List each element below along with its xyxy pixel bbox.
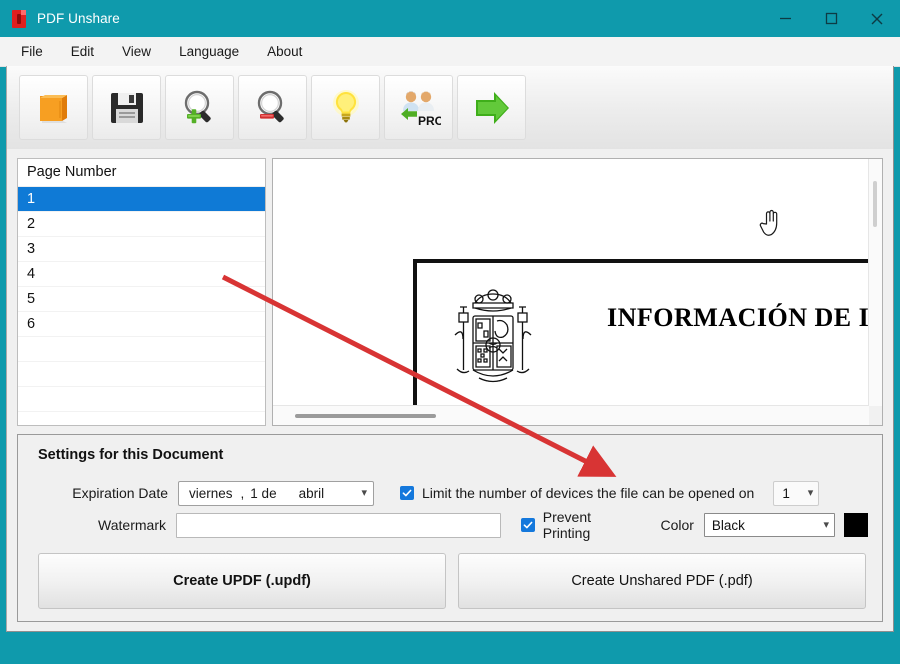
document-border: INFORMACIÓN DE I DECI — [413, 259, 869, 406]
color-swatch[interactable] — [843, 513, 868, 537]
window-title: PDF Unshare — [37, 11, 120, 26]
close-button[interactable] — [854, 0, 900, 37]
open-file-button[interactable] — [19, 75, 88, 140]
title-bar: PDF Unshare — [0, 0, 900, 37]
document-heading-line2: DECI — [607, 335, 869, 369]
expiration-weekday: viernes — [189, 485, 233, 501]
page-list-header: Page Number — [18, 159, 265, 187]
maximize-button[interactable] — [808, 0, 854, 37]
create-unshared-pdf-button[interactable]: Create Unshared PDF (.pdf) — [458, 553, 866, 609]
users-pro-icon: PRO — [397, 87, 441, 129]
pdf-page-canvas[interactable]: INFORMACIÓN DE I DECI — [273, 159, 869, 406]
pdf-preview-panel[interactable]: INFORMACIÓN DE I DECI — [272, 158, 883, 426]
menu-item-edit[interactable]: Edit — [59, 40, 106, 63]
upgrade-pro-button[interactable]: PRO — [384, 75, 453, 140]
scrollbar-vertical-thumb[interactable] — [873, 181, 877, 227]
chevron-down-icon[interactable]: ▾ — [361, 487, 367, 499]
floppy-disk-save-icon — [107, 88, 147, 128]
scrollbar-horizontal[interactable] — [273, 405, 869, 425]
list-item[interactable]: 6 — [18, 312, 265, 337]
settings-group: Settings for this Document Expiration Da… — [17, 434, 883, 622]
expiration-month: abril — [298, 485, 325, 501]
scrollbar-vertical[interactable] — [868, 159, 882, 406]
create-updf-button[interactable]: Create UPDF (.updf) — [38, 553, 446, 609]
menu-item-about[interactable]: About — [255, 40, 314, 63]
list-item[interactable]: 2 — [18, 212, 265, 237]
spain-coat-of-arms-icon — [445, 283, 541, 393]
client-area: PRO Page Number 1 2 3 4 5 6 INFORMACIÓN … — [6, 66, 894, 632]
prevent-printing-label: Prevent Printing — [542, 509, 592, 541]
settings-row-watermark: Watermark Prevent Printing Color Black ▾ — [38, 509, 868, 541]
zoom-out-button[interactable] — [238, 75, 307, 140]
list-item[interactable]: 3 — [18, 237, 265, 262]
watermark-input[interactable] — [175, 512, 502, 538]
expiration-date-label: Expiration Date — [72, 485, 168, 501]
expiration-separator: , — [240, 485, 245, 501]
limit-devices-checkbox[interactable] — [400, 486, 414, 500]
page-number-list[interactable]: Page Number 1 2 3 4 5 6 — [17, 158, 266, 426]
action-buttons: Create UPDF (.updf) Create Unshared PDF … — [38, 553, 866, 609]
pdf-document-icon — [12, 9, 28, 28]
list-item[interactable]: 4 — [18, 262, 265, 287]
next-button[interactable] — [457, 75, 526, 140]
scrollbar-horizontal-thumb[interactable] — [295, 414, 436, 418]
scrollbar-corner — [869, 406, 882, 425]
chevron-down-icon[interactable]: ▾ — [808, 487, 814, 499]
menu-item-language[interactable]: Language — [167, 40, 251, 63]
list-item[interactable]: 5 — [18, 287, 265, 312]
lightbulb-icon — [325, 87, 367, 129]
expiration-date-picker[interactable]: viernes , 1 de abril ▾ — [178, 480, 374, 506]
zoom-in-button[interactable] — [165, 75, 234, 140]
prevent-printing-checkbox[interactable] — [520, 518, 535, 532]
list-item-empty — [18, 337, 265, 362]
application-window: PDF Unshare File Edit View Language Abou… — [0, 0, 900, 664]
list-item-empty — [18, 387, 265, 412]
device-count-value: 1 — [782, 485, 790, 501]
expiration-day: 1 de — [250, 485, 277, 501]
window-controls — [762, 0, 900, 37]
watermark-label: Watermark — [98, 517, 166, 533]
magnifier-plus-icon — [179, 87, 221, 129]
settings-row-expiration: Expiration Date viernes , 1 de abril ▾ L… — [38, 480, 868, 506]
save-file-button[interactable] — [92, 75, 161, 140]
limit-devices-label: Limit the number of devices the file can… — [422, 485, 755, 501]
list-item[interactable]: 1 — [18, 187, 265, 212]
list-item-empty — [18, 362, 265, 387]
svg-text:PRO: PRO — [418, 114, 441, 128]
hint-button[interactable] — [311, 75, 380, 140]
document-heading: INFORMACIÓN DE I DECI — [607, 301, 869, 369]
color-value: Black — [711, 517, 745, 533]
color-label: Color — [660, 517, 694, 533]
minimize-button[interactable] — [762, 0, 808, 37]
hand-pointer-cursor — [759, 209, 781, 237]
green-arrow-right-icon — [470, 87, 514, 129]
menu-item-file[interactable]: File — [9, 40, 55, 63]
orange-folder-icon — [33, 87, 75, 129]
list-item-empty — [18, 412, 265, 425]
toolbar: PRO — [7, 66, 893, 149]
menu-item-view[interactable]: View — [110, 40, 163, 63]
document-heading-line1: INFORMACIÓN DE I — [607, 303, 869, 332]
magnifier-minus-icon — [252, 87, 294, 129]
menu-bar: File Edit View Language About — [0, 37, 900, 67]
settings-title: Settings for this Document — [38, 447, 224, 463]
device-count-select[interactable]: 1 ▾ — [773, 480, 820, 506]
color-select[interactable]: Black ▾ — [703, 513, 835, 537]
chevron-down-icon[interactable]: ▾ — [823, 519, 829, 531]
